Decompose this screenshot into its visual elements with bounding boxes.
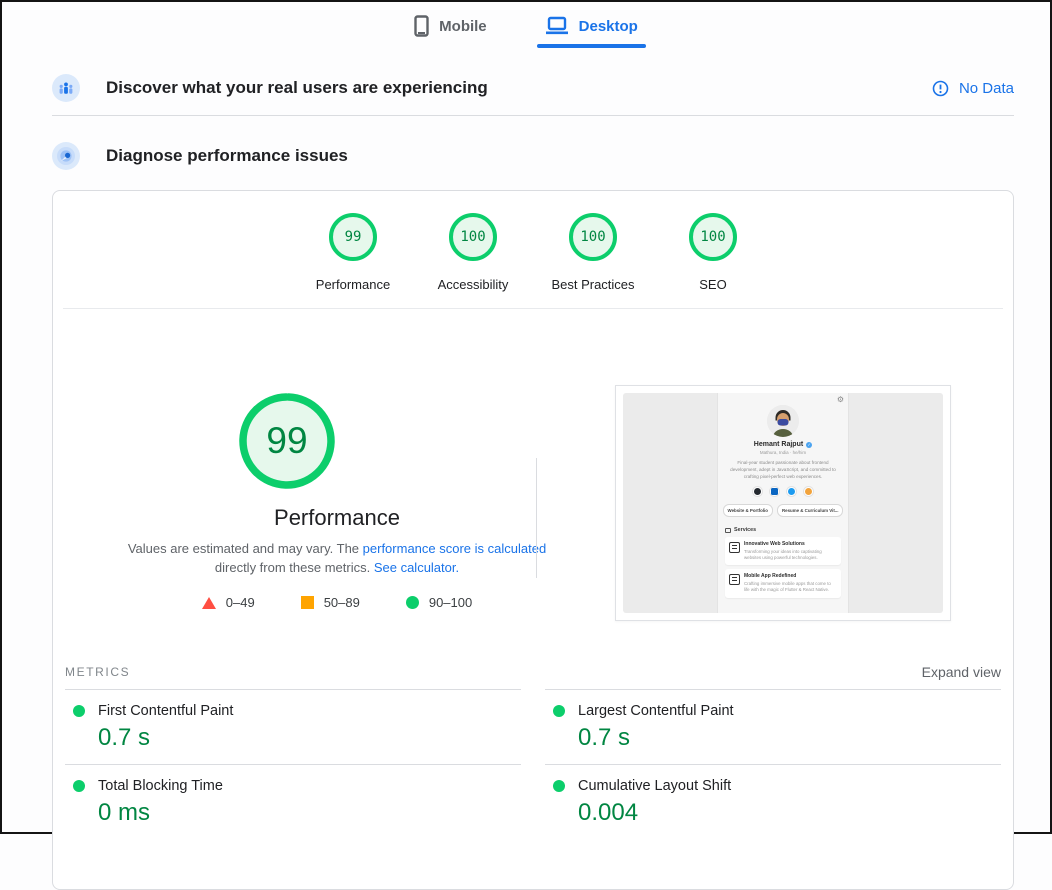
score-legend: 0–49 50–89 90–100 <box>117 595 557 610</box>
performance-gauge[interactable]: 99 <box>239 393 335 489</box>
tab-mobile[interactable]: Mobile <box>408 2 493 50</box>
github-icon <box>752 486 763 497</box>
peerlist-icon <box>803 486 814 497</box>
device-tabs: Mobile Desktop <box>2 2 1050 50</box>
desktop-laptop-icon <box>545 16 569 36</box>
score-calc-link[interactable]: performance score is calculated <box>363 541 547 556</box>
service-title: Mobile App Redefined <box>744 573 797 580</box>
pass-dot-icon <box>553 780 565 792</box>
score-item-seo[interactable]: 100 SEO <box>653 213 773 292</box>
legend-fail: 0–49 <box>201 595 255 610</box>
legend-pass: 90–100 <box>405 595 473 610</box>
scores-divider <box>63 308 1003 309</box>
disclaimer-text-1: Values are estimated and may vary. The <box>127 541 363 556</box>
metric-value: 0.004 <box>578 799 639 826</box>
metric-name: Cumulative Layout Shift <box>578 778 732 794</box>
mobile-service-icon <box>729 574 740 586</box>
twitter-icon <box>786 486 797 497</box>
legend-fail-range: 0–49 <box>225 595 255 610</box>
seo-score-label: SEO <box>699 277 727 292</box>
linkedin-icon <box>769 486 780 497</box>
screenshot-profile-card: ⚙ Hemant Rajput ✓ Mathura, India · he/hi… <box>717 393 849 613</box>
accessibility-score-badge: 100 <box>449 213 497 261</box>
metrics-grid: First Contentful Paint 0.7 s Largest Con… <box>65 689 1001 839</box>
see-calculator-link[interactable]: See calculator. <box>374 560 459 575</box>
category-scores-row: 99 Performance 100 Accessibility 100 Bes… <box>53 213 1013 292</box>
expand-view-button[interactable]: Expand view <box>922 664 1001 680</box>
service-desc: Transforming your ideas into captivating… <box>744 548 822 560</box>
performance-score-badge: 99 <box>329 213 377 261</box>
best-practices-score-label: Best Practices <box>551 277 635 292</box>
metric-value: 0.7 s <box>98 724 151 751</box>
metrics-title: METRICS <box>65 665 131 679</box>
no-data-label: No Data <box>958 79 1014 97</box>
verified-badge-icon: ✓ <box>806 441 813 448</box>
score-item-best-practices[interactable]: 100 Best Practices <box>533 213 653 292</box>
pass-circle-icon <box>405 596 419 609</box>
metric-total-blocking-time: Total Blocking Time 0 ms <box>65 764 521 839</box>
score-item-accessibility[interactable]: 100 Accessibility <box>413 213 533 292</box>
metric-name: First Contentful Paint <box>98 703 234 719</box>
social-icons-row <box>752 486 814 497</box>
profile-name: Hemant Rajput <box>753 441 804 448</box>
metric-value: 0 ms <box>98 799 151 826</box>
service-title: Innovative Web Solutions <box>744 541 805 547</box>
metric-cumulative-layout-shift: Cumulative Layout Shift 0.004 <box>545 764 1001 839</box>
accessibility-score-label: Accessibility <box>437 277 509 292</box>
profile-meta: Mathura, India · he/him <box>759 450 807 455</box>
fail-triangle-icon <box>201 596 216 609</box>
discover-title: Discover what your real users are experi… <box>106 78 488 97</box>
metric-name: Largest Contentful Paint <box>578 703 734 719</box>
metric-value: 0.7 s <box>578 724 631 751</box>
active-tab-underline <box>536 44 646 48</box>
services-title: Services <box>734 527 757 533</box>
legend-average-range: 50–89 <box>323 595 360 610</box>
tab-mobile-label: Mobile <box>439 17 487 35</box>
screenshot-page-background: ⚙ Hemant Rajput ✓ Mathura, India · he/hi… <box>623 393 943 613</box>
tab-desktop-label: Desktop <box>578 17 638 35</box>
legend-pass-range: 90–100 <box>428 595 473 610</box>
disclaimer-text-2: directly from these metrics. <box>214 560 374 575</box>
service-card-web: Innovative Web Solutions Transforming yo… <box>725 537 841 566</box>
average-square-icon <box>300 596 314 609</box>
metric-largest-contentful-paint: Largest Contentful Paint 0.7 s <box>545 689 1001 764</box>
final-screenshot-thumbnail[interactable]: ⚙ Hemant Rajput ✓ Mathura, India · he/hi… <box>615 385 951 621</box>
performance-score-label: Performance <box>315 277 391 292</box>
profile-bio: Final-year student passionate about fron… <box>730 460 836 479</box>
diagnose-section-header: Diagnose performance issues <box>52 142 348 170</box>
avatar <box>767 405 799 437</box>
pass-dot-icon <box>73 705 85 717</box>
real-users-icon <box>52 74 80 102</box>
no-data-link[interactable]: No Data <box>932 80 1014 97</box>
best-practices-score-badge: 100 <box>569 213 617 261</box>
info-icon <box>932 80 949 97</box>
section-divider <box>52 115 1014 116</box>
website-portfolio-button: Website & Portfolio <box>722 504 773 517</box>
web-service-icon <box>729 542 740 553</box>
pass-dot-icon <box>73 780 85 792</box>
tab-desktop[interactable]: Desktop <box>536 2 646 50</box>
metrics-header-row: METRICS Expand view <box>65 661 1001 683</box>
service-desc: Crafting immersive mobile apps that come… <box>744 580 831 593</box>
metric-name: Total Blocking Time <box>98 778 223 794</box>
service-card-mobile: Mobile App Redefined Crafting immersive … <box>725 569 841 598</box>
gauge-title: Performance <box>274 505 400 530</box>
pass-dot-icon <box>553 705 565 717</box>
mobile-phone-icon <box>414 15 429 37</box>
seo-score-badge: 100 <box>689 213 737 261</box>
score-disclaimer: Values are estimated and may vary. The p… <box>117 539 557 577</box>
vertical-divider <box>536 458 537 578</box>
gauge-score-value: 99 <box>266 420 308 461</box>
services-icon <box>725 527 731 533</box>
score-item-performance[interactable]: 99 Performance <box>293 213 413 292</box>
discover-section-header: Discover what your real users are experi… <box>52 62 1014 114</box>
diagnose-title: Diagnose performance issues <box>106 146 348 165</box>
lighthouse-report-card: 99 Performance 100 Accessibility 100 Bes… <box>52 190 1014 890</box>
resume-button: Resume & Curriculum Vit... <box>776 504 844 517</box>
legend-average: 50–89 <box>300 595 360 610</box>
metric-first-contentful-paint: First Contentful Paint 0.7 s <box>65 689 521 764</box>
gear-icon: ⚙ <box>836 395 844 404</box>
performance-gauge-icon <box>52 142 80 170</box>
